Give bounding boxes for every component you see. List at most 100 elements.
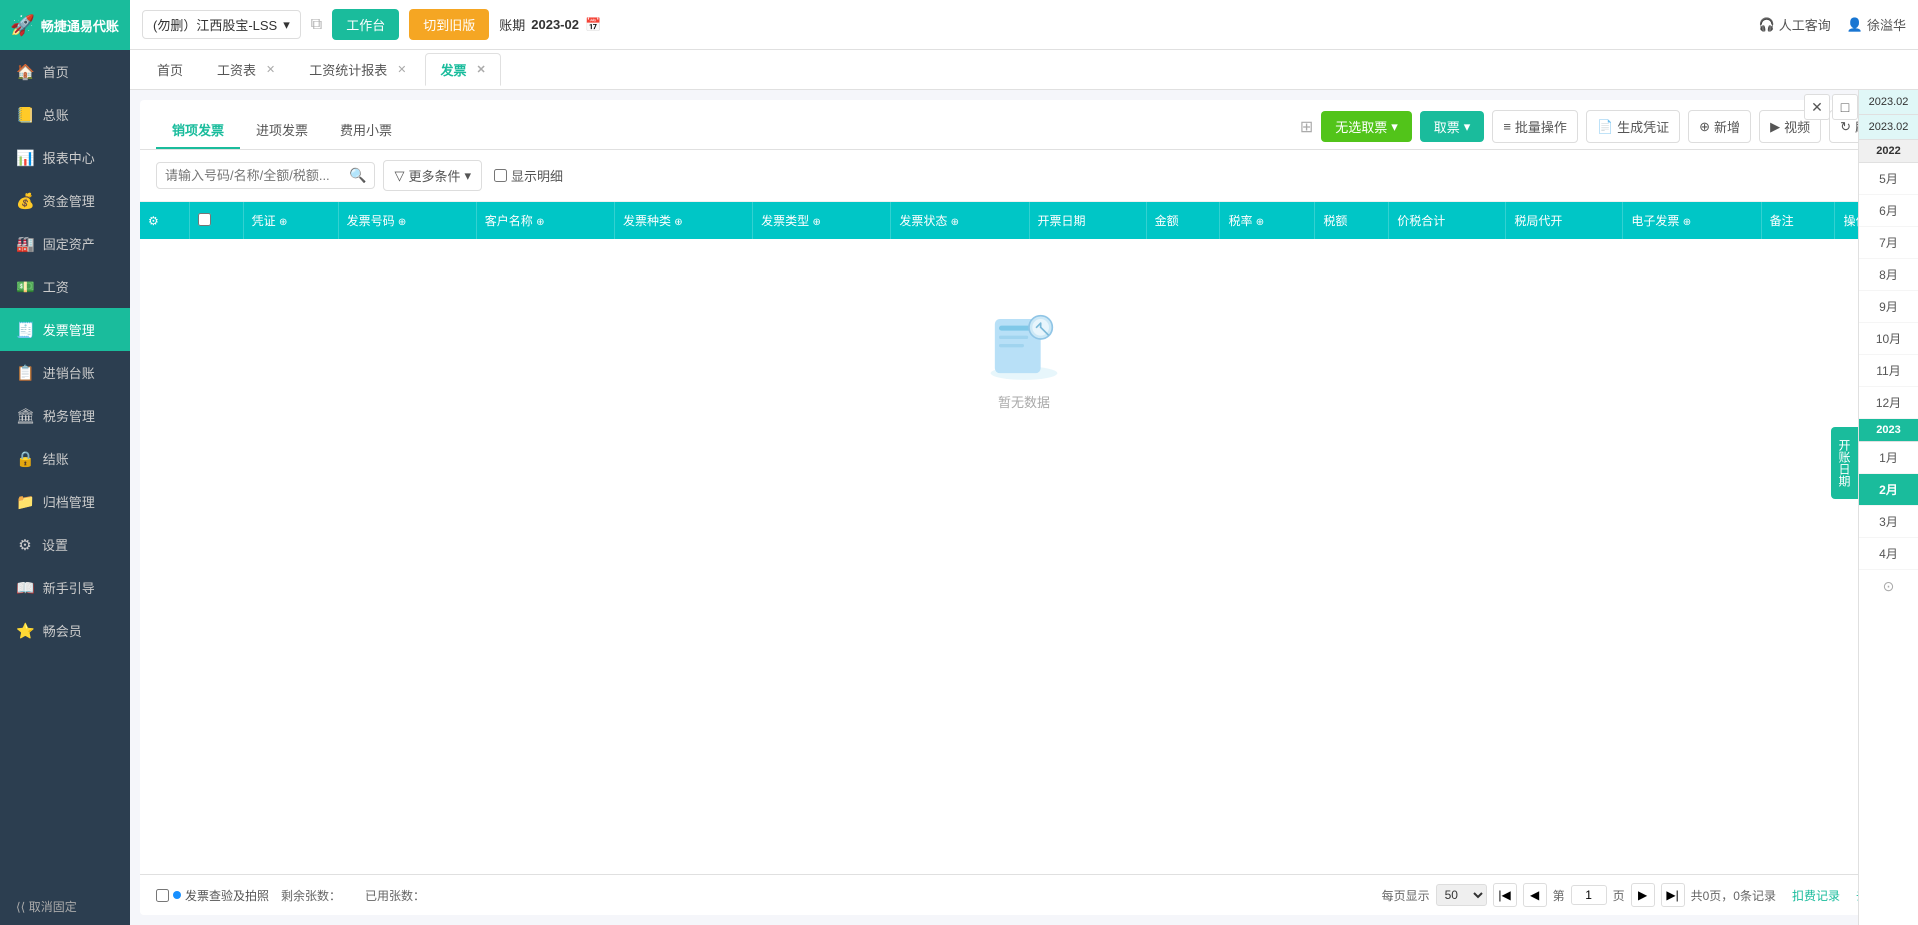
month-5[interactable]: 5月 xyxy=(1859,163,1918,195)
sidebar-item-salary[interactable]: 💵 工资 xyxy=(0,265,130,308)
sidebar-item-archive[interactable]: 📁 归档管理 xyxy=(0,480,130,523)
workbench-button[interactable]: 工作台 xyxy=(332,9,399,40)
month-8[interactable]: 8月 xyxy=(1859,259,1918,291)
sidebar-item-settings[interactable]: ⚙ 设置 xyxy=(0,523,130,566)
select-all-checkbox[interactable] xyxy=(198,213,211,226)
prev-page-btn[interactable]: ◀ xyxy=(1523,883,1547,907)
sidebar-item-label: 归档管理 xyxy=(43,492,95,511)
show-detail-label: 显示明细 xyxy=(511,166,563,185)
month-12[interactable]: 12月 xyxy=(1859,387,1918,419)
month-10[interactable]: 10月 xyxy=(1859,323,1918,355)
pin-toggle-label: ⟨⟨ 取消固定 xyxy=(16,898,77,915)
sidebar-item-label: 发票管理 xyxy=(43,320,95,339)
no-selection-btn[interactable]: 无选取票 ▾ xyxy=(1321,111,1412,142)
gen-voucher-btn[interactable]: 📄 生成凭证 xyxy=(1586,110,1680,143)
invoice-check-checkbox[interactable] xyxy=(156,889,169,902)
panel-ctrl-maximize[interactable]: □ xyxy=(1832,94,1858,120)
more-filter-btn[interactable]: ▽ 更多条件 ▾ xyxy=(383,160,482,191)
month-3[interactable]: 3月 xyxy=(1859,506,1918,538)
company-selector[interactable]: (勿删）江西股宝-LSS ▾ xyxy=(142,10,301,39)
tab-salary-table[interactable]: 工资表 ✕ xyxy=(202,53,290,86)
col-settings[interactable]: ⚙ xyxy=(140,202,189,239)
tab-salary-stats-close[interactable]: ✕ xyxy=(397,63,406,76)
sidebar-item-invoices[interactable]: 🧾 发票管理 xyxy=(0,308,130,351)
sidebar-item-funds[interactable]: 💰 资金管理 xyxy=(0,179,130,222)
page-input[interactable] xyxy=(1571,885,1607,905)
sidebar-item-ledger[interactable]: 📒 总账 xyxy=(0,93,130,136)
tab-invoices[interactable]: 发票 ✕ xyxy=(425,53,500,86)
headset-icon: 🎧 xyxy=(1759,17,1775,33)
month-4[interactable]: 4月 xyxy=(1859,538,1918,570)
subtab-purchase-invoices[interactable]: 进项发票 xyxy=(240,112,324,149)
col-checkbox[interactable] xyxy=(189,202,243,239)
sidebar-item-guide[interactable]: 📖 新手引导 xyxy=(0,566,130,609)
sidebar-item-close[interactable]: 🔒 结账 xyxy=(0,437,130,480)
empty-state: 暂无数据 xyxy=(140,239,1908,471)
per-page-select[interactable]: 50 100 200 xyxy=(1436,884,1487,906)
date-panel-close-btn[interactable]: ⊙ xyxy=(1859,570,1918,603)
grid-settings-icon[interactable]: ⊞ xyxy=(1300,117,1313,137)
switch-version-button[interactable]: 切到旧版 xyxy=(409,9,489,40)
panel-ctrl-close[interactable]: ✕ xyxy=(1804,94,1830,120)
gen-voucher-label: 生成凭证 xyxy=(1617,117,1669,136)
subtab-purchase-invoices-label: 进项发票 xyxy=(256,123,308,138)
last-page-btn[interactable]: ▶| xyxy=(1661,883,1685,907)
sidebar-item-label: 报表中心 xyxy=(43,148,95,167)
tab-salary-table-close[interactable]: ✕ xyxy=(266,63,275,76)
sidebar-item-member[interactable]: ⭐ 畅会员 xyxy=(0,609,130,652)
sidebar-item-home[interactable]: 🏠 首页 xyxy=(0,50,130,93)
tab-home[interactable]: 首页 xyxy=(142,53,198,86)
next-page-btn[interactable]: ▶ xyxy=(1631,883,1655,907)
copy-icon[interactable]: ⧉ xyxy=(311,16,322,34)
open-date-btn[interactable]: 开账日期 xyxy=(1831,427,1858,499)
subtab-expense-receipts[interactable]: 费用小票 xyxy=(324,112,408,149)
first-page-btn[interactable]: |◀ xyxy=(1493,883,1517,907)
tab-salary-stats-label: 工资统计报表 xyxy=(309,60,387,79)
calendar-icon[interactable]: 📅 xyxy=(585,17,601,33)
filter-label: 更多条件 xyxy=(408,166,460,185)
filter-chevron: ▾ xyxy=(464,168,471,184)
sidebar-item-label: 新手引导 xyxy=(43,578,95,597)
month-6[interactable]: 6月 xyxy=(1859,195,1918,227)
filter-row: 🔍 ▽ 更多条件 ▾ 显示明细 xyxy=(140,150,1908,202)
month-11[interactable]: 11月 xyxy=(1859,355,1918,387)
sidebar-item-label: 总账 xyxy=(43,105,69,124)
user-name: 徐溢华 xyxy=(1867,15,1906,34)
empty-illustration xyxy=(974,299,1074,392)
sidebar-item-assets[interactable]: 🏭 固定资产 xyxy=(0,222,130,265)
page-unit: 页 xyxy=(1613,887,1625,904)
subtab-sales-invoices[interactable]: 销项发票 xyxy=(156,112,240,149)
month-9[interactable]: 9月 xyxy=(1859,291,1918,323)
sidebar-item-tax[interactable]: 🏛 税务管理 xyxy=(0,394,130,437)
tax-icon: 🏛 xyxy=(16,407,35,425)
reports-icon: 📊 xyxy=(16,149,35,167)
month-2-active[interactable]: 2月 xyxy=(1859,474,1918,506)
col-tax-office: 税局代开 xyxy=(1506,202,1623,239)
tab-invoices-label: 发票 xyxy=(440,60,466,79)
sidebar-pin-toggle[interactable]: ⟨⟨ 取消固定 xyxy=(0,888,130,925)
sidebar-item-reports[interactable]: 📊 报表中心 xyxy=(0,136,130,179)
sidebar-item-label: 设置 xyxy=(42,535,68,554)
tab-salary-stats[interactable]: 工资统计报表 ✕ xyxy=(294,53,421,86)
add-record-link[interactable]: 扣费记录 xyxy=(1792,887,1840,904)
sales-icon: 📋 xyxy=(16,364,35,382)
sidebar-item-sales[interactable]: 📋 进销台账 xyxy=(0,351,130,394)
new-btn[interactable]: ⊕ 新增 xyxy=(1688,110,1751,143)
filter-icon: ▽ xyxy=(394,168,404,184)
month-7[interactable]: 7月 xyxy=(1859,227,1918,259)
user-avatar[interactable]: 👤 徐溢华 xyxy=(1847,15,1906,34)
show-detail-checkbox[interactable] xyxy=(494,169,507,182)
col-invoice-status: 发票状态 ⊕ xyxy=(891,202,1029,239)
tab-invoices-close[interactable]: ✕ xyxy=(477,63,486,76)
service-button[interactable]: 🎧 人工客询 xyxy=(1759,15,1831,34)
date-header1-value: 2023.02 xyxy=(1869,96,1909,108)
new-label: 新增 xyxy=(1714,117,1740,136)
month-1[interactable]: 1月 xyxy=(1859,442,1918,474)
show-detail-wrap[interactable]: 显示明细 xyxy=(494,166,563,185)
date-panel: 2023.02 2023.02 2022 5月 6月 7月 8月 9月 10月 … xyxy=(1858,90,1918,925)
search-input[interactable] xyxy=(165,168,345,183)
batch-op-btn[interactable]: ≡ 批量操作 xyxy=(1492,110,1578,143)
import-btn[interactable]: 取票 ▾ xyxy=(1420,111,1485,142)
col-tax: 税额 xyxy=(1315,202,1389,239)
pagination: 每页显示 50 100 200 |◀ ◀ 第 页 ▶ ▶| 共0页，0条记录 xyxy=(1382,883,1776,907)
